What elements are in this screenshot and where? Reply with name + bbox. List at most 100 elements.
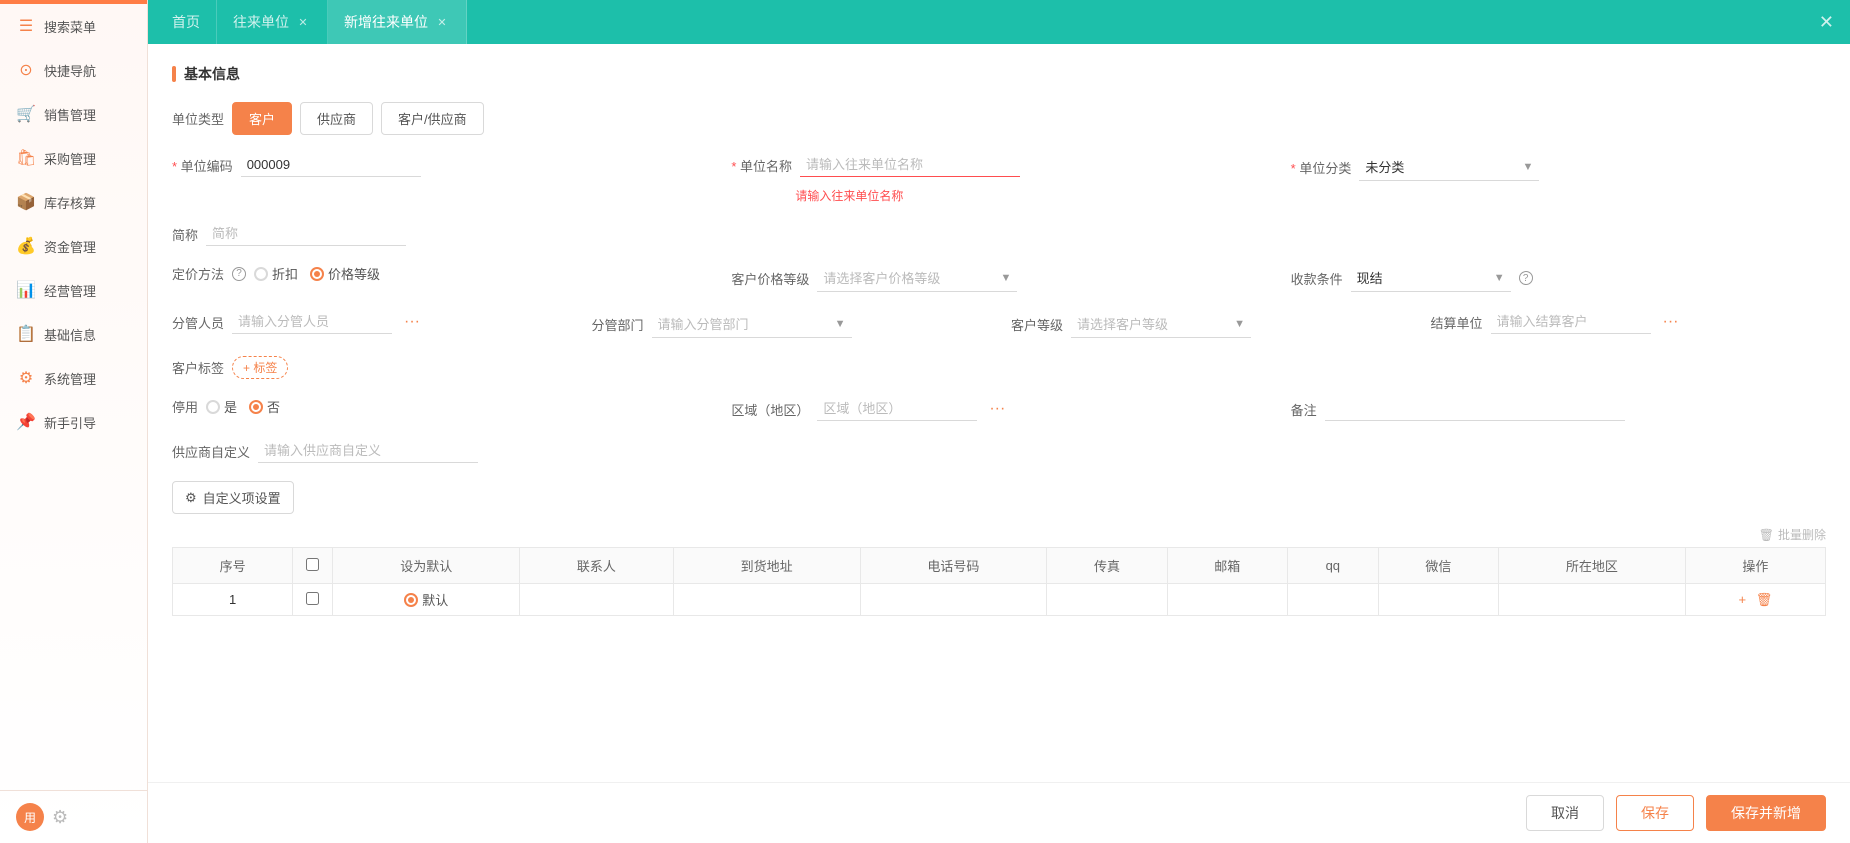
pricing-discount-circle bbox=[254, 267, 268, 281]
settlement-more-btn[interactable]: ··· bbox=[1659, 313, 1683, 331]
customer-price-level-placeholder: 请选择客户价格等级 bbox=[823, 268, 940, 287]
row-checkbox[interactable] bbox=[306, 592, 319, 605]
tab-new-partner-label: 新增往来单位 bbox=[344, 12, 428, 32]
sidebar-item-label: 采购管理 bbox=[44, 149, 96, 168]
tab-home[interactable]: 首页 bbox=[156, 0, 217, 44]
unit-type-customer-btn[interactable]: 客户 bbox=[232, 102, 292, 135]
sidebar-item-inventory[interactable]: 📦 库存核算 bbox=[0, 180, 147, 224]
customer-price-level-select[interactable]: 请选择客户价格等级 ▼ bbox=[817, 264, 1017, 292]
row-location bbox=[1498, 584, 1685, 616]
payment-terms-select[interactable]: 现结 ▼ bbox=[1351, 264, 1511, 292]
settlement-unit-input[interactable] bbox=[1491, 310, 1651, 334]
pricing-discount-label: 折扣 bbox=[272, 264, 298, 283]
inventory-icon: 📦 bbox=[16, 192, 36, 212]
row-fax bbox=[1047, 584, 1167, 616]
manager-row: 分管人员 ··· 分管部门 请输入分管部门 ▼ 客户等级 请选择客户等级 ▼ 结… bbox=[172, 310, 1826, 338]
customer-level-field: 客户等级 请选择客户等级 ▼ bbox=[1011, 310, 1407, 338]
sidebar-item-label: 库存核算 bbox=[44, 193, 96, 212]
region-more-btn[interactable]: ··· bbox=[985, 400, 1009, 418]
pricing-discount-radio[interactable]: 折扣 bbox=[254, 264, 298, 283]
short-name-field: 简称 bbox=[172, 222, 1826, 246]
finance-icon: 💰 bbox=[16, 236, 36, 256]
row-default-circle bbox=[404, 593, 418, 607]
sidebar: ☰ 搜索菜单 ⊙ 快捷导航 🛒 销售管理 🛍 采购管理 📦 库存核算 💰 资金管… bbox=[0, 0, 148, 843]
payment-terms-field: 收款条件 现结 ▼ ? bbox=[1291, 264, 1826, 292]
short-name-row: 简称 bbox=[172, 222, 1826, 246]
delete-row-btn[interactable]: 🗑 bbox=[1756, 592, 1773, 607]
sidebar-item-search[interactable]: ☰ 搜索菜单 bbox=[0, 4, 147, 48]
close-all-tabs-button[interactable]: ✕ bbox=[1811, 12, 1842, 33]
unit-type-both-btn[interactable]: 客户/供应商 bbox=[381, 102, 484, 135]
customer-level-select[interactable]: 请选择客户等级 ▼ bbox=[1071, 310, 1251, 338]
table-header-row: 序号 设为默认 联系人 到货地址 电话号码 传真 邮箱 qq 微信 所在地区 操… bbox=[173, 548, 1826, 584]
row-default-radio[interactable]: 默认 bbox=[343, 590, 509, 609]
save-button[interactable]: 保存 bbox=[1616, 795, 1694, 831]
tab-partners-close[interactable]: ✕ bbox=[295, 14, 311, 30]
payment-terms-info-icon[interactable]: ? bbox=[1519, 271, 1533, 285]
sidebar-item-label: 资金管理 bbox=[44, 237, 96, 256]
disabled-yes-radio[interactable]: 是 bbox=[206, 397, 237, 416]
tab-new-partner-close[interactable]: ✕ bbox=[434, 14, 450, 30]
add-row-btn[interactable]: + bbox=[1739, 592, 1747, 607]
unit-name-input[interactable] bbox=[800, 153, 1020, 177]
payment-terms-chevron: ▼ bbox=[1494, 272, 1505, 284]
table-row: 1 默认 bbox=[173, 584, 1826, 616]
sidebar-item-finance[interactable]: 💰 资金管理 bbox=[0, 224, 147, 268]
disabled-yes-label: 是 bbox=[224, 397, 237, 416]
unit-type-row: 单位类型 客户 供应商 客户/供应商 bbox=[172, 102, 1826, 135]
sidebar-item-operations[interactable]: 📊 经营管理 bbox=[0, 268, 147, 312]
unit-type-label: 单位类型 bbox=[172, 109, 224, 128]
disabled-region-remark-row: 停用 是 否 区域（地区） ··· 备注 bbox=[172, 397, 1826, 421]
tab-partners-label: 往来单位 bbox=[233, 12, 289, 32]
add-tag-button[interactable]: + 标签 bbox=[232, 356, 288, 379]
region-input[interactable] bbox=[817, 397, 977, 421]
sidebar-item-basic-info[interactable]: 📋 基础信息 bbox=[0, 312, 147, 356]
department-placeholder: 请输入分管部门 bbox=[658, 314, 749, 333]
unit-category-field: 单位分类 未分类 ▼ bbox=[1291, 153, 1826, 181]
customer-level-placeholder: 请选择客户等级 bbox=[1077, 314, 1168, 333]
col-checkbox bbox=[293, 548, 333, 584]
supplier-custom-input[interactable] bbox=[258, 439, 478, 463]
tab-new-partner[interactable]: 新增往来单位 ✕ bbox=[328, 0, 467, 44]
tab-partners[interactable]: 往来单位 ✕ bbox=[217, 0, 328, 44]
customer-price-level-chevron: ▼ bbox=[1000, 272, 1011, 284]
sidebar-item-quick-nav[interactable]: ⊙ 快捷导航 bbox=[0, 48, 147, 92]
batch-delete-label[interactable]: 批量删除 bbox=[1778, 526, 1826, 543]
section-title: 基本信息 bbox=[184, 64, 240, 84]
unit-type-supplier-btn[interactable]: 供应商 bbox=[300, 102, 373, 135]
manager-more-btn[interactable]: ··· bbox=[400, 313, 424, 331]
manager-input[interactable] bbox=[232, 310, 392, 334]
save-and-new-button[interactable]: 保存并新增 bbox=[1706, 795, 1826, 831]
disabled-no-radio[interactable]: 否 bbox=[249, 397, 280, 416]
basic-info-icon: 📋 bbox=[16, 324, 36, 344]
pricing-level-radio[interactable]: 价格等级 bbox=[310, 264, 380, 283]
select-all-checkbox[interactable] bbox=[306, 558, 319, 571]
avatar[interactable]: 用 bbox=[16, 803, 44, 831]
settlement-unit-label: 结算单位 bbox=[1431, 313, 1483, 332]
unit-category-select[interactable]: 未分类 ▼ bbox=[1359, 153, 1539, 181]
row-seq: 1 bbox=[173, 584, 293, 616]
sidebar-bottom: 用 ⚙ bbox=[0, 790, 147, 843]
user-icon: ⚙ bbox=[52, 807, 68, 828]
pricing-method-label: 定价方法 bbox=[172, 264, 224, 283]
unit-code-input[interactable] bbox=[241, 153, 421, 177]
remark-input[interactable] bbox=[1325, 397, 1625, 421]
custom-settings-button[interactable]: ⚙ 自定义项设置 bbox=[172, 481, 294, 514]
tags-row: 客户标签 + 标签 bbox=[172, 356, 1826, 379]
sidebar-item-new-guide[interactable]: 📌 新手引导 bbox=[0, 400, 147, 444]
unit-code-label: 单位编码 bbox=[172, 156, 233, 175]
batch-delete-area: 🗑 批量删除 bbox=[172, 526, 1826, 543]
unit-type-btn-group: 客户 供应商 客户/供应商 bbox=[232, 102, 484, 135]
unit-category-label: 单位分类 bbox=[1291, 158, 1352, 177]
pricing-info-icon[interactable]: ? bbox=[232, 267, 246, 281]
sidebar-item-sales[interactable]: 🛒 销售管理 bbox=[0, 92, 147, 136]
sidebar-item-purchase[interactable]: 🛍 采购管理 bbox=[0, 136, 147, 180]
disabled-field: 停用 是 否 bbox=[172, 397, 707, 416]
sidebar-item-system[interactable]: ⚙ 系统管理 bbox=[0, 356, 147, 400]
row-contact bbox=[520, 584, 674, 616]
short-name-input[interactable] bbox=[206, 222, 406, 246]
row-default: 默认 bbox=[333, 584, 520, 616]
cancel-button[interactable]: 取消 bbox=[1526, 795, 1604, 831]
department-select[interactable]: 请输入分管部门 ▼ bbox=[652, 310, 852, 338]
col-address: 到货地址 bbox=[673, 548, 860, 584]
